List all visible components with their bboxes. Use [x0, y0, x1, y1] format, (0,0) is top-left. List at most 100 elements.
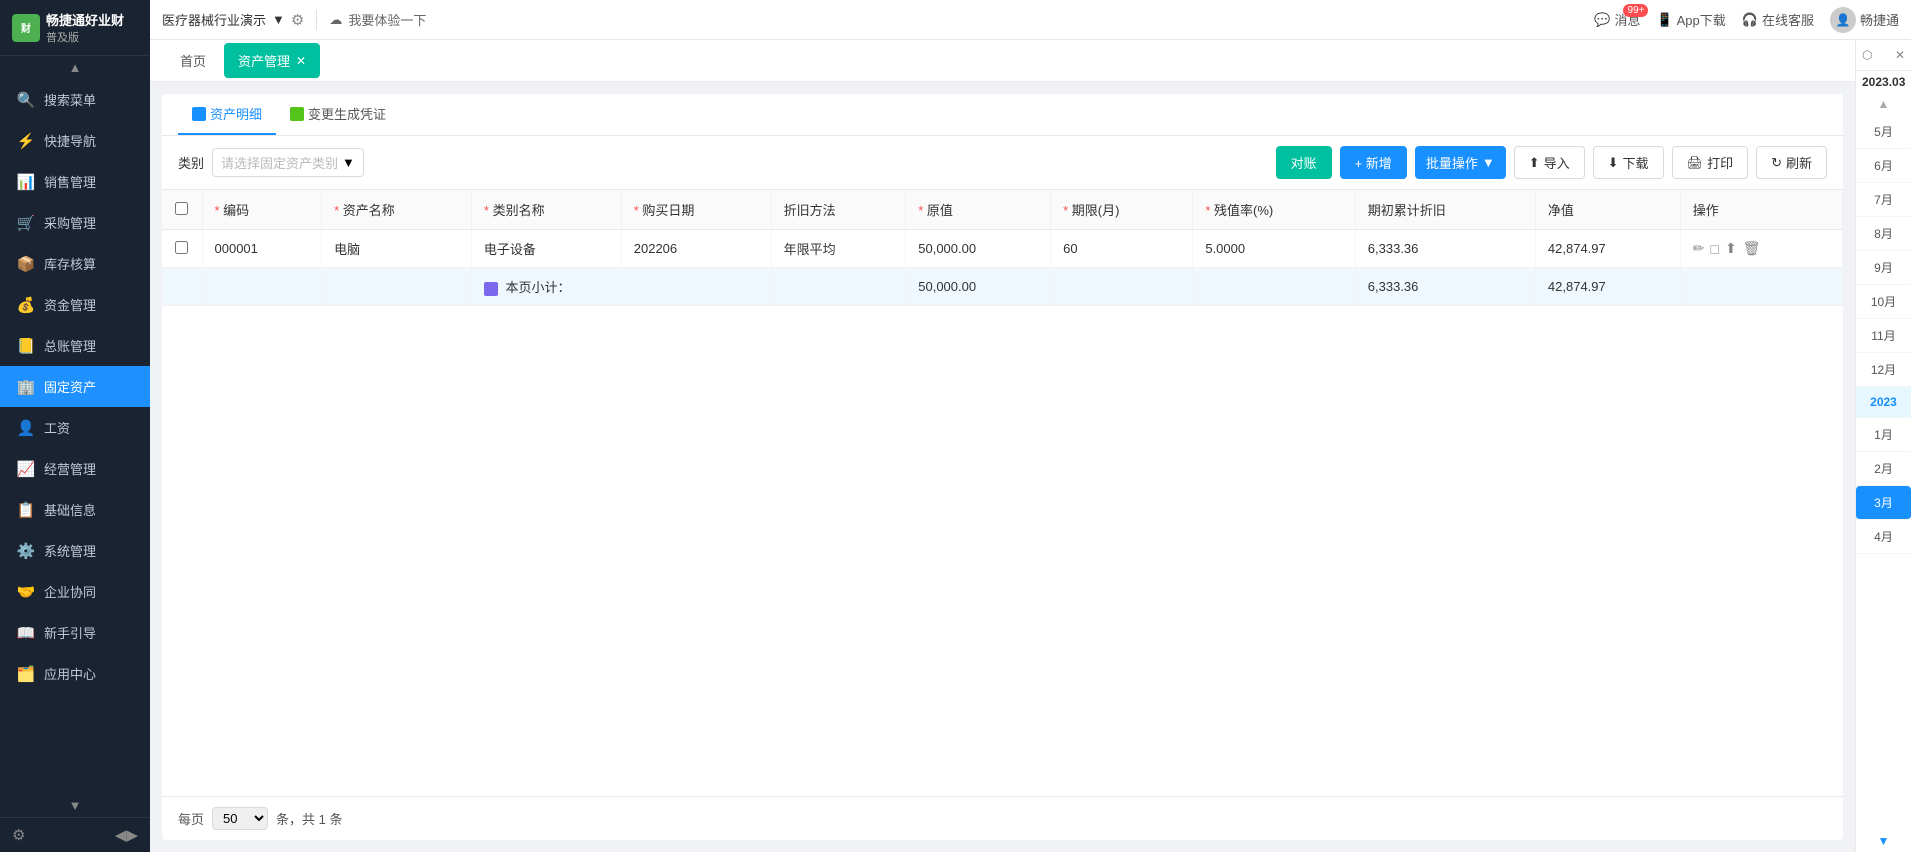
subtotal-empty-2 [202, 268, 322, 306]
month-item-11[interactable]: 11月 [1856, 319, 1911, 353]
category-placeholder: 请选择固定资产类别 [221, 153, 338, 172]
operations-icon: 📈 [16, 460, 36, 478]
sidebar-item-search[interactable]: 🔍 搜索菜单 [0, 79, 150, 120]
sidebar-item-payroll[interactable]: 👤 工资 [0, 407, 150, 448]
subtotal-label-cell: 本页小计： [471, 268, 771, 306]
refresh-button[interactable]: ↻ 刷新 [1756, 146, 1827, 179]
purchase-icon: 🛒 [16, 214, 36, 232]
sidebar-item-cooperation[interactable]: 🤝 企业协同 [0, 571, 150, 612]
right-panel-close-icon[interactable]: ✕ [1895, 48, 1905, 62]
new-button[interactable]: + 新增 [1340, 146, 1407, 179]
subtotal-net-value: 42,874.97 [1535, 268, 1680, 306]
sidebar-item-guide[interactable]: 📖 新手引导 [0, 612, 150, 653]
month-item-10[interactable]: 10月 [1856, 285, 1911, 319]
tab-home[interactable]: 首页 [166, 43, 220, 78]
import-button[interactable]: ⬆ 导入 [1514, 146, 1585, 179]
finance-icon: 💰 [16, 296, 36, 314]
row-depreciation-method: 年限平均 [771, 230, 906, 268]
settings-icon[interactable]: ⚙ [12, 826, 25, 844]
company-selector[interactable]: 医疗器械行业演示 ▼ ⚙ [162, 10, 304, 29]
month-item-12[interactable]: 12月 [1856, 353, 1911, 387]
payroll-icon: 👤 [16, 419, 36, 437]
sidebar-item-system[interactable]: ⚙️ 系统管理 [0, 530, 150, 571]
month-item-9[interactable]: 9月 [1856, 251, 1911, 285]
print-button[interactable]: 🖨 打印 [1672, 146, 1749, 179]
month-item-2[interactable]: 2月 [1856, 452, 1911, 486]
panel-scroll-down[interactable]: ▼ [1856, 830, 1911, 852]
sidebar-scroll-up[interactable]: ▲ [0, 56, 150, 79]
row-category: 电子设备 [471, 230, 621, 268]
header-category: 类别名称 [471, 190, 621, 230]
sidebar-item-operations[interactable]: 📈 经营管理 [0, 448, 150, 489]
month-item-7[interactable]: 7月 [1856, 183, 1911, 217]
row-original-value: 50,000.00 [906, 230, 1051, 268]
sidebar-scroll-down[interactable]: ▼ [0, 794, 150, 817]
copy-icon[interactable]: □ [1711, 241, 1719, 257]
sidebar-bottom: ⚙ ◀▶ [0, 817, 150, 852]
fixed-assets-icon: 🏢 [16, 378, 36, 396]
month-item-3-current[interactable]: 3月 [1856, 486, 1911, 520]
sub-tab-asset-detail[interactable]: 资产明细 [178, 94, 276, 135]
quick-nav-icon: ⚡ [16, 132, 36, 150]
company-dropdown-icon: ▼ [272, 12, 285, 27]
import-icon: ⬆ [1529, 155, 1540, 171]
online-service-button[interactable]: 🎧 在线客服 [1742, 10, 1814, 29]
sidebar-item-purchase[interactable]: 🛒 采购管理 [0, 202, 150, 243]
select-all-checkbox[interactable] [175, 202, 188, 215]
inventory-icon: 📦 [16, 255, 36, 273]
message-button[interactable]: 💬 消息 99+ [1594, 10, 1640, 29]
cooperation-icon: 🤝 [16, 583, 36, 601]
app-download-button[interactable]: 📱 App下载 [1656, 10, 1725, 29]
batch-ops-button[interactable]: 批量操作 ▼ [1415, 146, 1506, 179]
month-item-1[interactable]: 1月 [1856, 418, 1911, 452]
edit-icon[interactable]: ✏ [1693, 240, 1705, 257]
row-code: 000001 [202, 230, 322, 268]
row-accumulated-depreciation: 6,333.36 [1355, 230, 1535, 268]
batch-dropdown-icon: ▼ [1482, 155, 1495, 170]
row-net-value: 42,874.97 [1535, 230, 1680, 268]
experience-link[interactable]: ☁ 我要体验一下 [329, 10, 426, 29]
sidebar-item-app-center[interactable]: 🗂️ 应用中心 [0, 653, 150, 694]
tab-close-icon[interactable]: ✕ [296, 54, 306, 68]
logo-sub: 普及版 [46, 29, 124, 45]
sidebar-item-inventory[interactable]: 📦 库存核算 [0, 243, 150, 284]
sidebar-item-finance[interactable]: 💰 资金管理 [0, 284, 150, 325]
tab-asset-management[interactable]: 资产管理 ✕ [224, 43, 320, 78]
row-checkbox[interactable] [175, 241, 188, 254]
avatar: 👤 [1830, 7, 1856, 33]
sidebar-item-basic-info[interactable]: 📋 基础信息 [0, 489, 150, 530]
user-menu[interactable]: 👤 畅捷通 [1830, 7, 1899, 33]
dropdown-chevron-icon: ▼ [342, 155, 355, 170]
system-icon: ⚙️ [16, 542, 36, 560]
month-item-5[interactable]: 5月 [1856, 115, 1911, 149]
delete-icon[interactable]: 🗑 [1743, 240, 1761, 257]
table-header-row: 编码 资产名称 类别名称 购买日期 折旧方法 原值 期限(月) 残值率(%) 期… [162, 190, 1843, 230]
toolbar: 类别 请选择固定资产类别 ▼ 对账 + 新增 批量操作 ▼ ⬆ [162, 136, 1843, 190]
sidebar-item-ledger[interactable]: 📒 总账管理 [0, 325, 150, 366]
sub-tab-voucher-gen[interactable]: 变更生成凭证 [276, 94, 400, 135]
panel-expand-icon[interactable]: ⬡ [1862, 48, 1872, 62]
download-button[interactable]: ⬇ 下载 [1593, 146, 1664, 179]
sidebar-collapse-button[interactable]: ◀▶ [115, 826, 138, 844]
print-icon: 🖨 [1687, 155, 1704, 171]
month-item-4[interactable]: 4月 [1856, 520, 1911, 554]
sidebar-item-quick-nav[interactable]: ⚡ 快捷导航 [0, 120, 150, 161]
sidebar-item-fixed-assets[interactable]: 🏢 固定资产 [0, 366, 150, 407]
reconcile-button[interactable]: 对账 [1276, 146, 1332, 179]
month-item-8[interactable]: 8月 [1856, 217, 1911, 251]
sidebar-item-sales[interactable]: 📊 销售管理 [0, 161, 150, 202]
month-item-6[interactable]: 6月 [1856, 149, 1911, 183]
tab-bar: 首页 资产管理 ✕ [150, 40, 1855, 82]
panel-scroll-up[interactable]: ▲ [1856, 93, 1911, 115]
message-icon: 💬 [1594, 12, 1610, 28]
category-select[interactable]: 请选择固定资产类别 ▼ [212, 148, 364, 177]
row-checkbox-cell [162, 230, 202, 268]
per-page-label: 每页 [178, 809, 204, 828]
settings-gear-icon[interactable]: ⚙ [291, 11, 304, 29]
month-item-year-2023[interactable]: 2023 [1856, 387, 1911, 418]
header-code: 编码 [202, 190, 322, 230]
move-icon[interactable]: ⬆ [1725, 240, 1737, 257]
table-row: 000001 电脑 电子设备 202206 年限平均 50,000.00 60 … [162, 230, 1843, 268]
headset-icon: 🎧 [1742, 12, 1758, 28]
per-page-select[interactable]: 50 100 [212, 807, 268, 830]
